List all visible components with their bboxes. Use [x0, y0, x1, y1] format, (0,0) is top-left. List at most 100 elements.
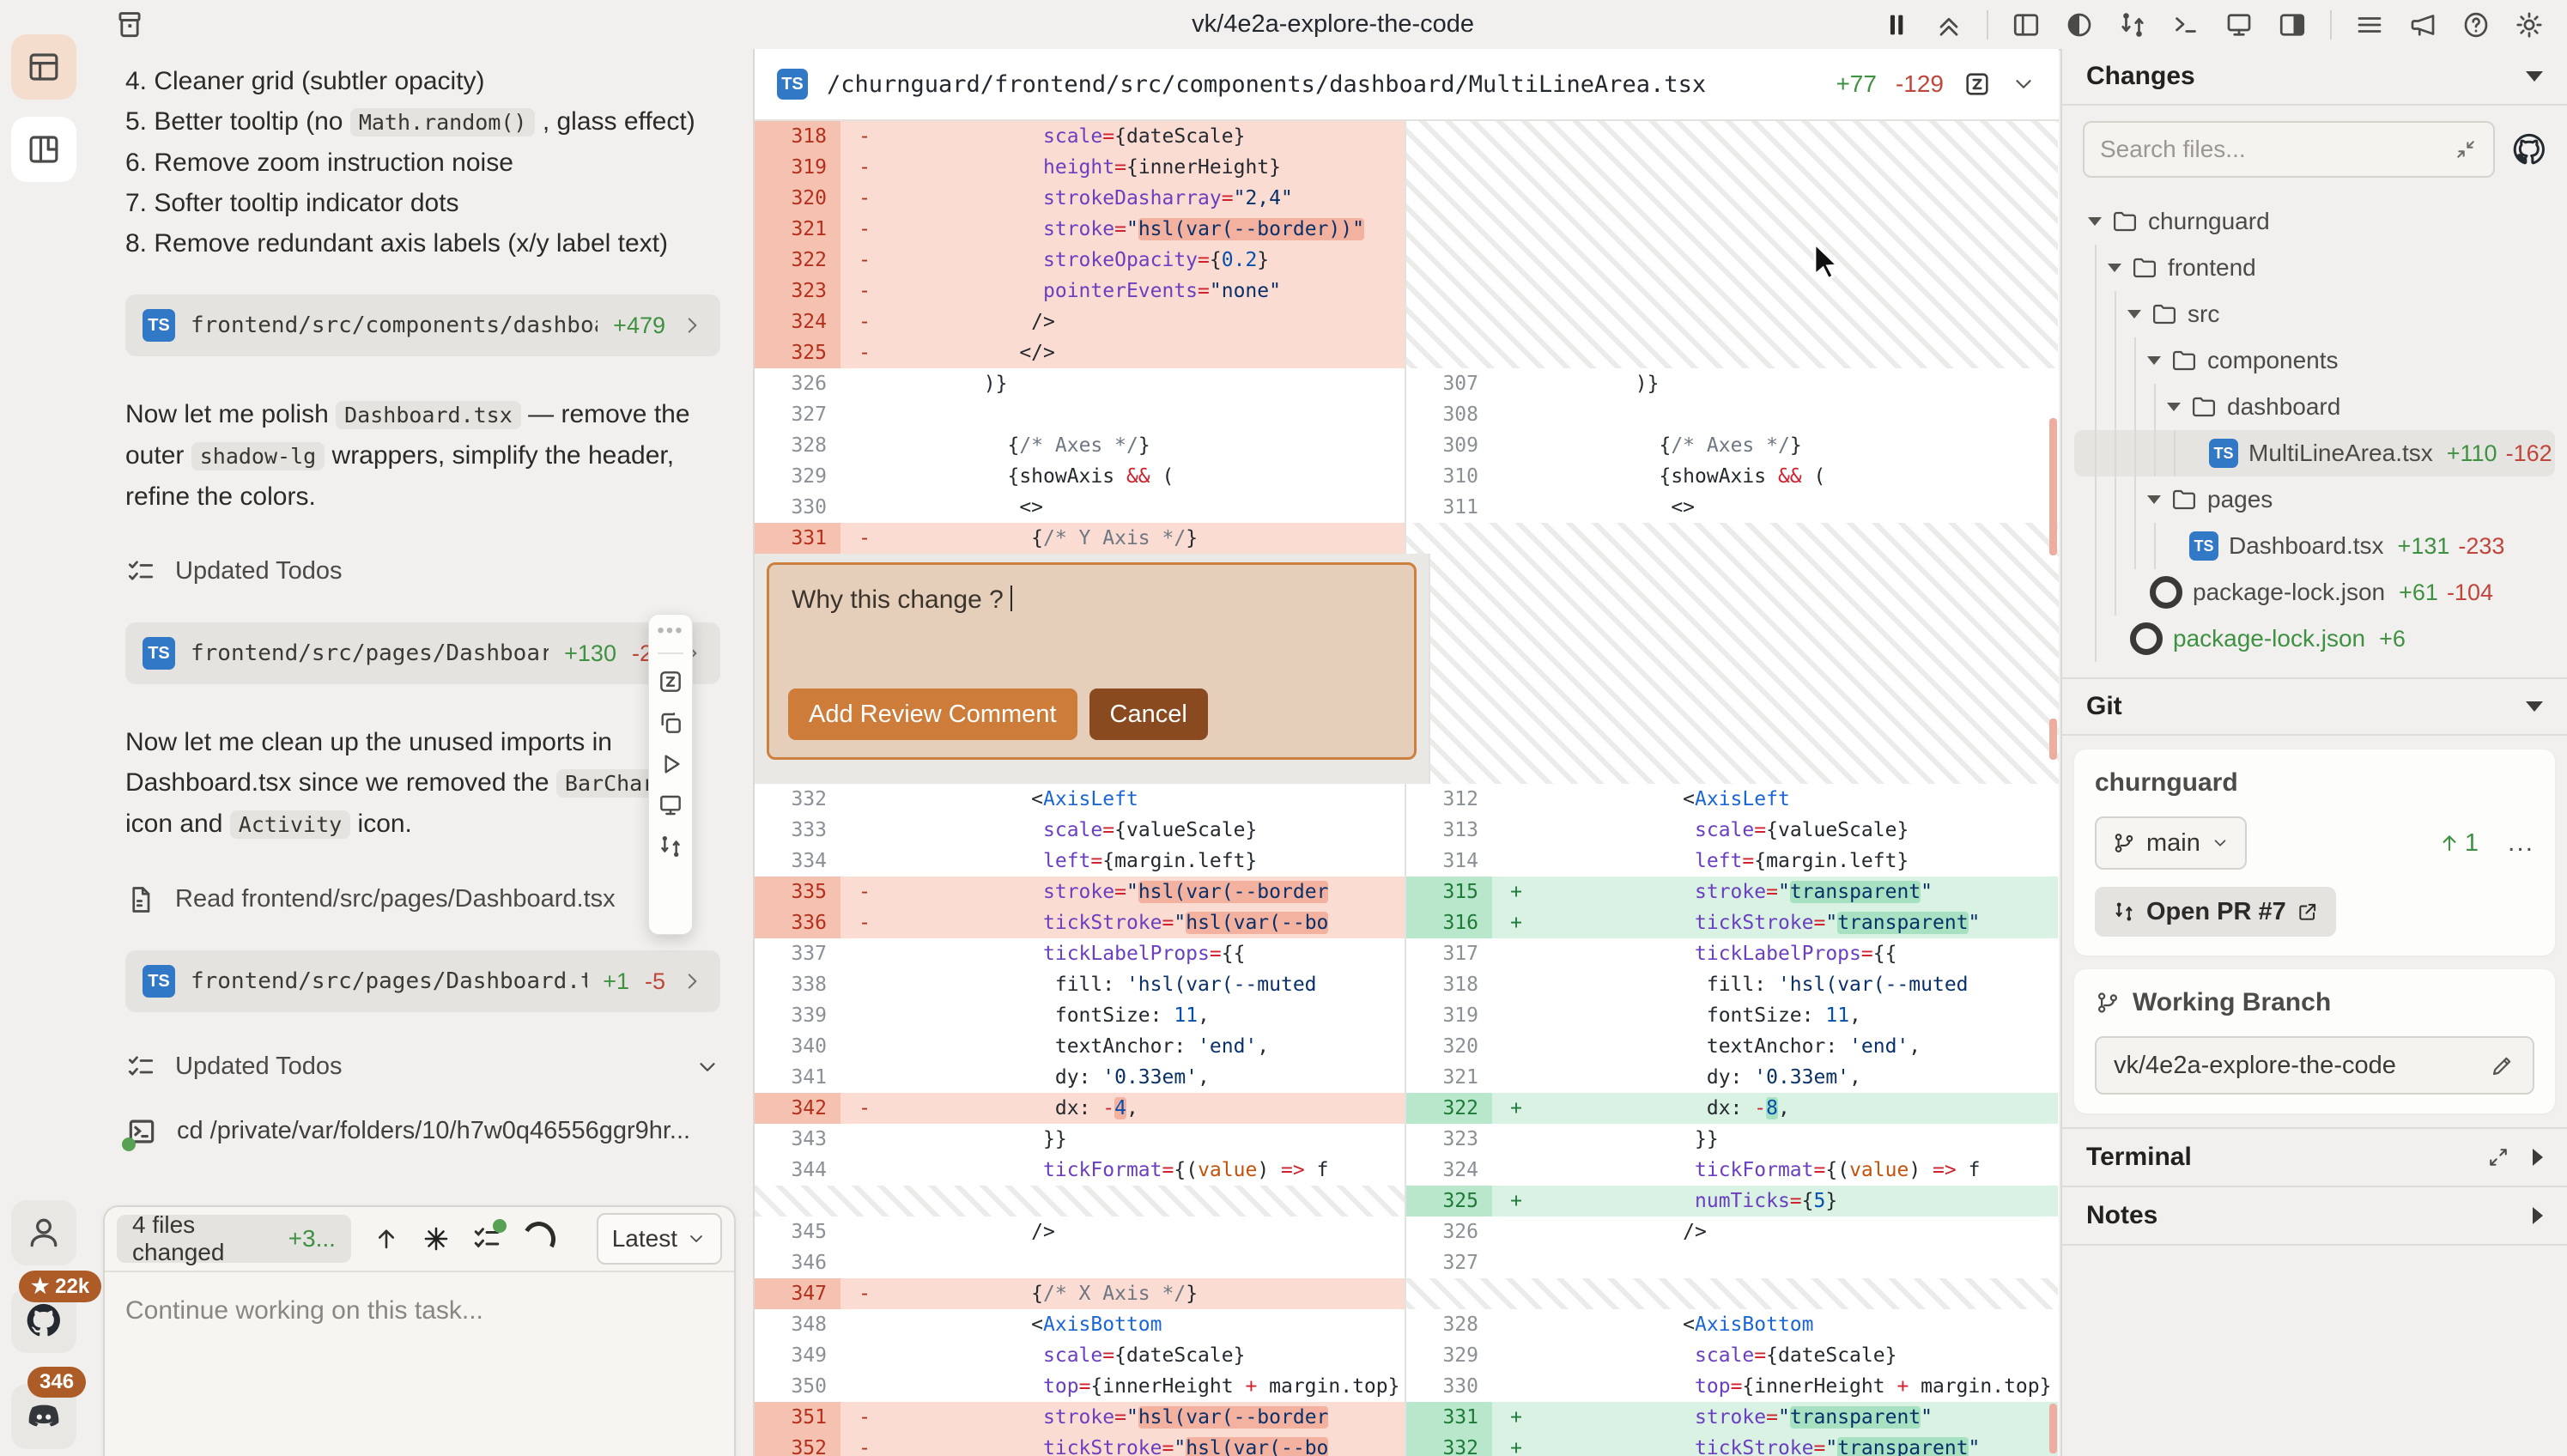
tree-caret-icon[interactable]	[2167, 403, 2181, 411]
git-compare-icon[interactable]	[2117, 9, 2148, 40]
line-number[interactable]: 351	[755, 1402, 840, 1433]
line-number[interactable]: 326	[755, 368, 840, 399]
review-comment-box[interactable]: Why this change ? Add Review CommentCanc…	[767, 562, 1417, 760]
pencil-icon[interactable]	[2490, 1053, 2515, 1078]
terminal-section-header[interactable]: Terminal	[2062, 1129, 2567, 1186]
monitor-icon[interactable]	[2224, 9, 2254, 40]
megaphone-icon[interactable]	[2407, 9, 2438, 40]
archive-box-icon[interactable]	[113, 9, 146, 41]
terminal-icon[interactable]	[2170, 9, 2201, 40]
line-number[interactable]: 314	[1406, 846, 1492, 877]
line-number[interactable]: 309	[1406, 430, 1492, 461]
line-number[interactable]: 349	[755, 1340, 840, 1371]
add-review-comment-button[interactable]: Add Review Comment	[788, 689, 1077, 740]
line-number[interactable]: 337	[755, 938, 840, 969]
read-file-row[interactable]: Read frontend/src/pages/Dashboard.tsx	[125, 879, 720, 919]
file-chip[interactable]: TS frontend/src/components/dashboa... +4…	[125, 294, 720, 356]
line-number[interactable]: 329	[1406, 1340, 1492, 1371]
line-number[interactable]: 308	[1406, 399, 1492, 430]
file-chip[interactable]: TS frontend/src/pages/Dashboard.tsx +1 -…	[125, 950, 720, 1012]
search-files-input[interactable]: Search files...	[2083, 121, 2495, 178]
drag-handle-icon[interactable]: •••	[657, 623, 683, 639]
tree-caret-icon[interactable]	[2108, 264, 2121, 272]
panel-right-icon[interactable]	[2277, 9, 2308, 40]
line-number[interactable]: 321	[755, 214, 840, 245]
line-number[interactable]: 334	[755, 846, 840, 877]
minimap-change-mark[interactable]	[2049, 418, 2057, 555]
line-number[interactable]: 350	[755, 1371, 840, 1402]
line-number[interactable]: 345	[755, 1216, 840, 1247]
line-number[interactable]: 313	[1406, 815, 1492, 846]
monitor-icon[interactable]	[657, 792, 684, 819]
collapse-up-icon[interactable]	[1933, 9, 1964, 40]
tree-caret-icon[interactable]	[2147, 495, 2161, 504]
line-number[interactable]: 323	[1406, 1124, 1492, 1155]
line-number[interactable]: 315	[1406, 877, 1492, 907]
tree-caret-icon[interactable]	[2127, 310, 2141, 318]
line-number[interactable]: 342	[755, 1093, 840, 1124]
line-number[interactable]: 311	[1406, 492, 1492, 523]
line-number[interactable]: 323	[755, 276, 840, 306]
panel-left-icon[interactable]	[2011, 9, 2042, 40]
tree-folder-src[interactable]: src	[2074, 291, 2555, 337]
pause-icon[interactable]	[1882, 10, 1911, 39]
ahead-count[interactable]: 1	[2437, 829, 2479, 858]
line-number[interactable]: 326	[1406, 1216, 1492, 1247]
tree-file-package-lock.json[interactable]: package-lock.json+61-104	[2074, 569, 2555, 616]
github-icon[interactable]	[2512, 132, 2546, 167]
line-number[interactable]: 347	[755, 1278, 840, 1309]
collapse-tree-icon[interactable]	[2454, 137, 2478, 161]
tree-file-MultiLineArea.tsx[interactable]: TSMultiLineArea.tsx+110-162	[2074, 430, 2555, 476]
line-number[interactable]: 312	[1406, 784, 1492, 815]
diff-icon[interactable]	[1963, 70, 1992, 99]
tree-folder-dashboard[interactable]: dashboard	[2074, 384, 2555, 430]
expand-icon[interactable]	[2486, 1145, 2510, 1169]
line-number[interactable]: 307	[1406, 368, 1492, 399]
line-number[interactable]: 336	[755, 907, 840, 938]
tree-folder-pages[interactable]: pages	[2074, 476, 2555, 523]
line-number[interactable]: 330	[1406, 1371, 1492, 1402]
line-number[interactable]: 320	[1406, 1031, 1492, 1062]
line-number[interactable]: 327	[755, 399, 840, 430]
line-number[interactable]: 317	[1406, 938, 1492, 969]
line-number[interactable]: 344	[755, 1155, 840, 1186]
line-number[interactable]: 338	[755, 969, 840, 1000]
working-branch-input[interactable]: vk/4e2a-explore-the-code	[2095, 1036, 2534, 1095]
open-pr-button[interactable]: Open PR #7	[2095, 887, 2336, 937]
help-icon[interactable]	[2461, 9, 2491, 40]
line-number[interactable]: 332	[755, 784, 840, 815]
git-section-header[interactable]: Git	[2062, 679, 2567, 734]
files-changed-chip[interactable]: 4 files changed +3...	[117, 1215, 351, 1263]
line-number[interactable]: 319	[755, 152, 840, 183]
latest-dropdown[interactable]: Latest	[597, 1213, 722, 1265]
todos-row[interactable]: Updated Todos	[125, 551, 720, 592]
line-number[interactable]: 335	[755, 877, 840, 907]
line-number[interactable]: 318	[1406, 969, 1492, 1000]
settings-icon[interactable]	[2514, 9, 2545, 40]
line-number[interactable]: 320	[755, 183, 840, 214]
line-number[interactable]: 322	[1406, 1093, 1492, 1124]
diff-icon[interactable]	[657, 668, 684, 695]
branch-dropdown[interactable]: main	[2095, 816, 2247, 870]
line-number[interactable]: 346	[755, 1247, 840, 1278]
todo-list-icon[interactable]	[471, 1223, 502, 1254]
line-number[interactable]: 340	[755, 1031, 840, 1062]
tree-folder-frontend[interactable]: frontend	[2074, 245, 2555, 291]
changes-section-header[interactable]: Changes	[2062, 49, 2567, 104]
line-number[interactable]: 319	[1406, 1000, 1492, 1031]
line-number[interactable]: 325	[1406, 1186, 1492, 1216]
chevron-down-icon[interactable]	[2011, 71, 2036, 97]
more-menu[interactable]: ...	[2508, 828, 2534, 858]
minimap-change-mark[interactable]	[2049, 1404, 2057, 1453]
tree-folder-churnguard[interactable]: churnguard	[2074, 198, 2555, 245]
line-number[interactable]: 327	[1406, 1247, 1492, 1278]
line-number[interactable]: 310	[1406, 461, 1492, 492]
todos-row[interactable]: Updated Todos	[125, 1046, 720, 1087]
line-number[interactable]: 339	[755, 1000, 840, 1031]
layout-tab-button[interactable]	[11, 34, 76, 100]
line-number[interactable]: 321	[1406, 1062, 1492, 1093]
tree-file-Dashboard.tsx[interactable]: TSDashboard.tsx+131-233	[2074, 523, 2555, 569]
chevron-down-icon[interactable]	[695, 1054, 720, 1080]
line-number[interactable]: 341	[755, 1062, 840, 1093]
theme-contrast-icon[interactable]	[2064, 9, 2095, 40]
